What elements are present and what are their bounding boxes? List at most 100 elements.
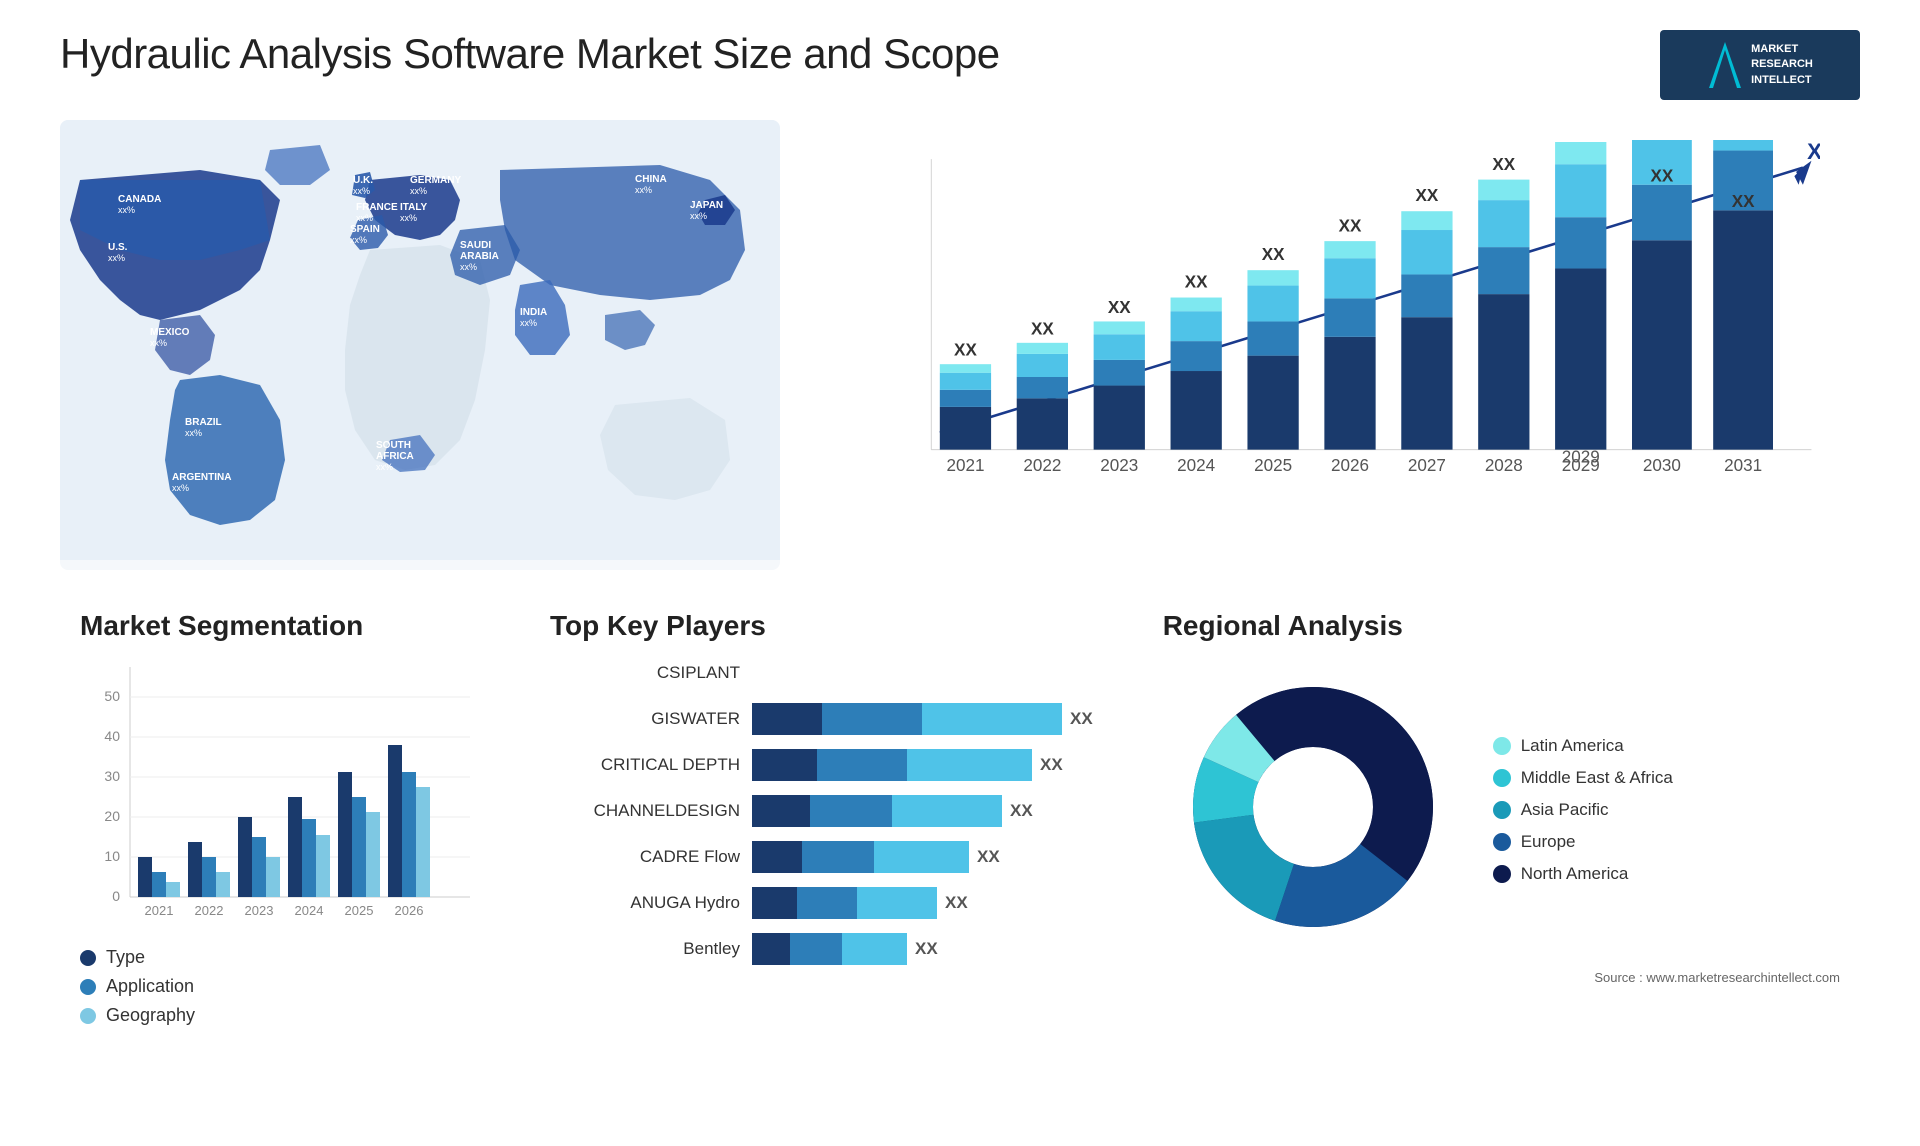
bar-chart-container: XX XX XX XX	[820, 120, 1860, 570]
brazil-label: BRAZIL	[185, 417, 222, 428]
regional-legend-europe: Europe	[1493, 832, 1673, 852]
label-asia: Asia Pacific	[1521, 800, 1609, 820]
player-row-csiplant: CSIPLANT	[550, 657, 1093, 689]
svg-text:XX: XX	[1185, 272, 1208, 291]
player-name-channeldesign: CHANNELDESIGN	[550, 801, 740, 821]
svg-text:XX: XX	[1339, 217, 1362, 236]
player-name-bentley: Bentley	[550, 939, 740, 959]
player-bar-criticaldepth: XX	[752, 749, 1093, 781]
label-northam: North America	[1521, 864, 1629, 884]
svg-text:XX: XX	[1031, 319, 1054, 338]
svg-text:2021: 2021	[145, 903, 174, 918]
bottom-section: Market Segmentation 0 10 20 30 40 50	[60, 600, 1860, 1080]
svg-text:xx%: xx%	[150, 338, 167, 348]
header: Hydraulic Analysis Software Market Size …	[60, 30, 1860, 100]
logo-text: MARKET RESEARCH INTELLECT	[1751, 42, 1813, 88]
svg-text:XX: XX	[954, 341, 977, 360]
svg-text:50: 50	[104, 688, 120, 704]
france-label: FRANCE	[356, 202, 398, 213]
svg-text:2023: 2023	[1100, 456, 1138, 475]
players-title: Top Key Players	[550, 610, 1093, 642]
regional-legend-mea: Middle East & Africa	[1493, 768, 1673, 788]
regional-legend-latin: Latin America	[1493, 736, 1673, 756]
svg-text:2024: 2024	[1177, 456, 1215, 475]
china-label: CHINA	[635, 174, 667, 185]
regional-container: Regional Analysis	[1143, 600, 1860, 1080]
regional-legend-northam: North America	[1493, 864, 1673, 884]
southafrica-label: SOUTH	[376, 440, 411, 451]
label-mea: Middle East & Africa	[1521, 768, 1673, 788]
player-bar-anugahydro: XX	[752, 887, 1093, 919]
svg-text:2026: 2026	[1331, 456, 1369, 475]
svg-text:2025: 2025	[345, 903, 374, 918]
player-name-anugahydro: ANUGA Hydro	[550, 893, 740, 913]
svg-text:xx%: xx%	[118, 205, 135, 215]
donut-chart-svg	[1163, 657, 1463, 957]
svg-text:2024: 2024	[295, 903, 324, 918]
seg-chart-svg: 0 10 20 30 40 50	[80, 657, 480, 937]
player-row-giswater: GISWATER XX	[550, 703, 1093, 735]
argentina-label: ARGENTINA	[172, 472, 231, 483]
germany-label: GERMANY	[410, 175, 461, 186]
regional-title: Regional Analysis	[1163, 610, 1840, 642]
page-container: Hydraulic Analysis Software Market Size …	[0, 0, 1920, 1146]
top-section: CANADA xx% U.S. xx% MEXICO xx% BRAZIL xx…	[60, 120, 1860, 570]
legend-dot-geography	[80, 1008, 96, 1024]
svg-text:AFRICA: AFRICA	[376, 451, 414, 462]
svg-text:xx%: xx%	[635, 185, 652, 195]
svg-text:xx%: xx%	[350, 235, 367, 245]
dot-latin	[1493, 737, 1511, 755]
legend-geography: Geography	[80, 1005, 480, 1026]
svg-text:2031: 2031	[1724, 456, 1762, 475]
legend-application: Application	[80, 976, 480, 997]
legend-type: Type	[80, 947, 480, 968]
page-title: Hydraulic Analysis Software Market Size …	[60, 30, 1000, 78]
svg-text:xx%: xx%	[185, 428, 202, 438]
svg-text:XX: XX	[1651, 166, 1674, 185]
svg-text:XX: XX	[1416, 186, 1439, 205]
seg-chart-area: 0 10 20 30 40 50	[80, 657, 480, 937]
svg-text:2023: 2023	[245, 903, 274, 918]
player-bar-bentley: XX	[752, 933, 1093, 965]
dot-asia	[1493, 801, 1511, 819]
svg-text:xx%: xx%	[410, 186, 427, 196]
map-container: CANADA xx% U.S. xx% MEXICO xx% BRAZIL xx…	[60, 120, 780, 570]
svg-text:XX: XX	[1262, 245, 1285, 264]
player-bar-giswater: XX	[752, 703, 1093, 735]
legend-label-type: Type	[106, 947, 145, 968]
player-name-criticaldepth: CRITICAL DEPTH	[550, 755, 740, 775]
player-row-bentley: Bentley XX	[550, 933, 1093, 965]
svg-text:10: 10	[104, 848, 120, 864]
svg-text:ARABIA: ARABIA	[460, 251, 499, 262]
india-label: INDIA	[520, 307, 547, 318]
svg-text:XX: XX	[1732, 192, 1755, 211]
player-name-giswater: GISWATER	[550, 709, 740, 729]
player-name-cadreflow: CADRE Flow	[550, 847, 740, 867]
svg-text:2027: 2027	[1408, 456, 1446, 475]
regional-legend: Latin America Middle East & Africa Asia …	[1493, 736, 1673, 884]
player-row-criticaldepth: CRITICAL DEPTH XX	[550, 749, 1093, 781]
dot-europe	[1493, 833, 1511, 851]
player-row-cadreflow: CADRE Flow XX	[550, 841, 1093, 873]
player-row-channeldesign: CHANNELDESIGN XX	[550, 795, 1093, 827]
svg-text:0: 0	[112, 888, 120, 904]
seg-legend: Type Application Geography	[80, 947, 480, 1026]
label-latin: Latin America	[1521, 736, 1624, 756]
svg-text:XX: XX	[1108, 298, 1131, 317]
svg-text:2029: 2029	[1562, 456, 1600, 475]
donut-svg-wrap	[1163, 657, 1463, 962]
dot-mea	[1493, 769, 1511, 787]
svg-text:xx%: xx%	[172, 483, 189, 493]
source-line: Source : www.marketresearchintellect.com	[1163, 970, 1840, 985]
saudi-label: SAUDI	[460, 240, 491, 251]
svg-text:xx%: xx%	[108, 253, 125, 263]
svg-text:XX: XX	[1492, 155, 1515, 174]
donut-area: Latin America Middle East & Africa Asia …	[1163, 657, 1840, 962]
italy-label: ITALY	[400, 202, 428, 213]
svg-text:xx%: xx%	[690, 211, 707, 221]
regional-legend-asia: Asia Pacific	[1493, 800, 1673, 820]
player-bar-channeldesign: XX	[752, 795, 1093, 827]
svg-text:2028: 2028	[1485, 456, 1523, 475]
uk-label: U.K.	[353, 175, 373, 186]
svg-text:xx%: xx%	[400, 213, 417, 223]
